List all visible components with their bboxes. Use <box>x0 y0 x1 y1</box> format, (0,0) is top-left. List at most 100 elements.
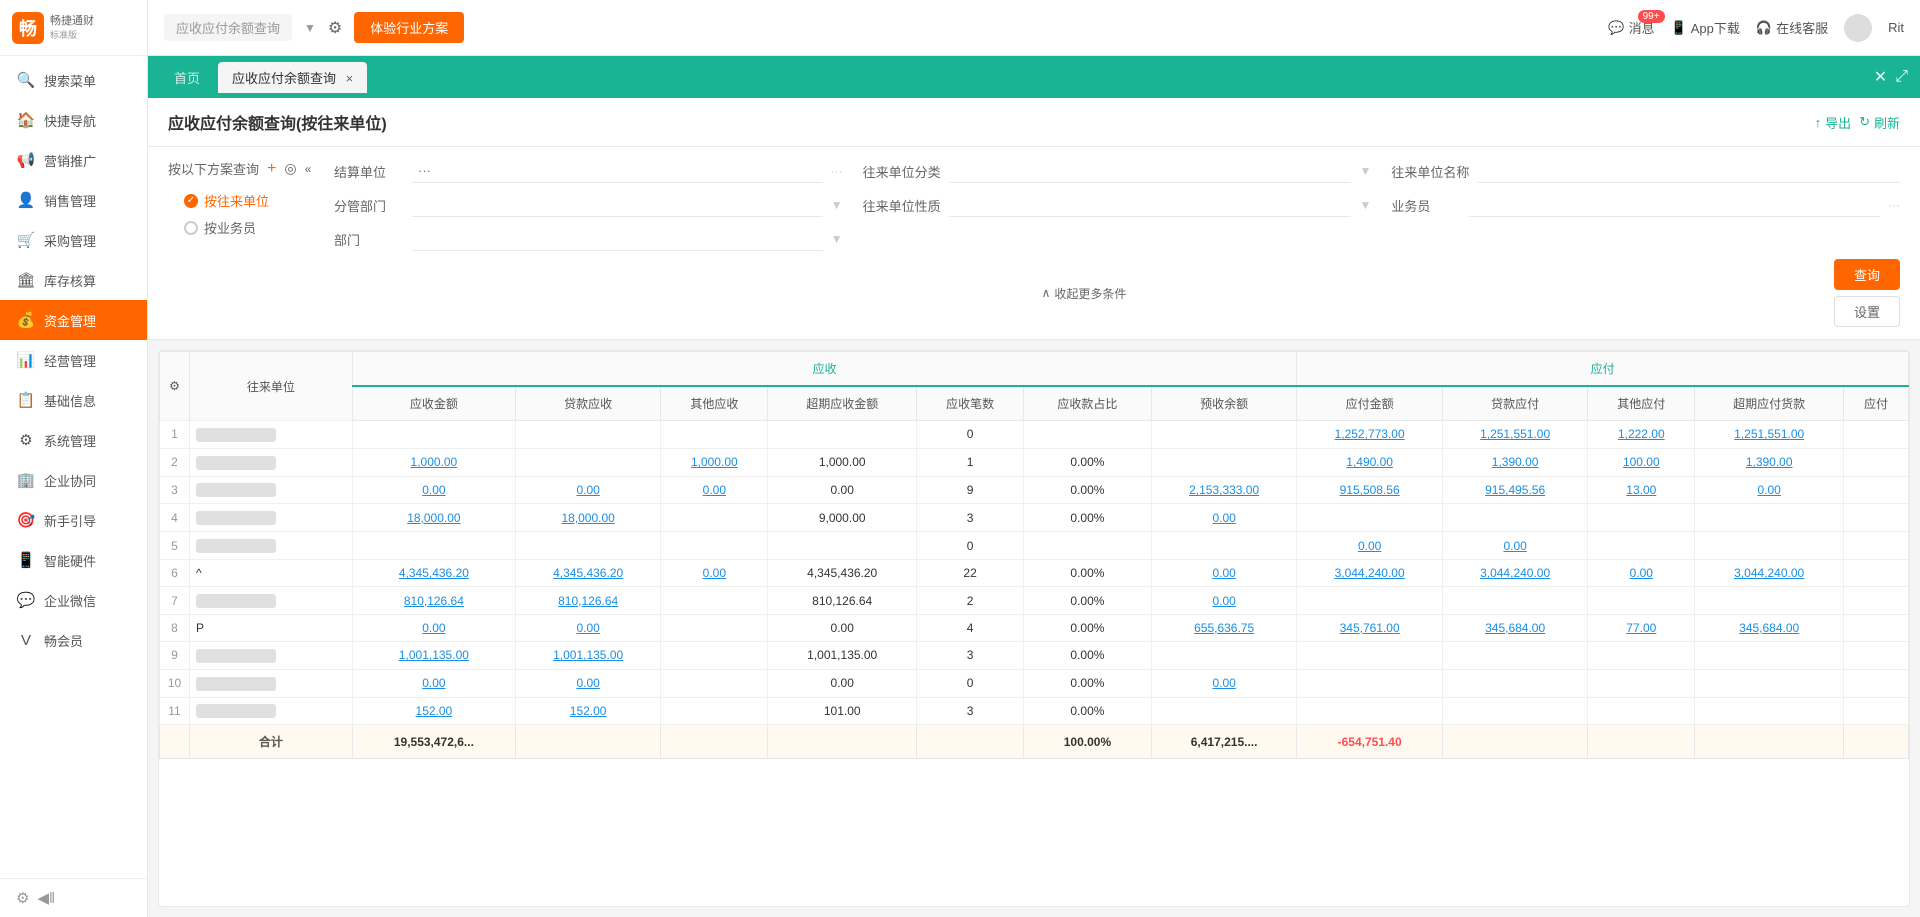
table-cell[interactable]: 0.00 <box>1151 504 1297 532</box>
table-cell[interactable]: 345,761.00 <box>1297 614 1443 641</box>
tab-expand-btn[interactable]: ⤢ <box>1895 67 1908 87</box>
sidebar-item-system[interactable]: ⚙ 系统管理 <box>0 420 147 460</box>
table-cell[interactable]: 3,044,240.00 <box>1695 560 1844 587</box>
table-cell[interactable]: 0.00 <box>352 669 515 697</box>
table-cell: 0.00% <box>1024 476 1152 504</box>
table-cell[interactable]: 1,252,773.00 <box>1297 421 1443 449</box>
table-cell[interactable]: 1,000.00 <box>352 448 515 476</box>
table-cell[interactable]: 0.00 <box>1151 587 1297 615</box>
query-button[interactable]: 查询 <box>1834 259 1900 290</box>
table-cell[interactable]: 0.00 <box>1151 669 1297 697</box>
tab-close-icon[interactable]: × <box>346 71 354 86</box>
service-btn[interactable]: 🎧 在线客服 <box>1756 18 1828 37</box>
sidebar-item-guide[interactable]: 🎯 新手引导 <box>0 500 147 540</box>
table-cell[interactable]: 152.00 <box>515 697 661 725</box>
filter-select-unit-nature[interactable] <box>949 193 1352 217</box>
dropdown-arrow-icon[interactable]: ▼ <box>304 21 316 35</box>
table-cell[interactable]: 0.00 <box>1442 532 1588 560</box>
table-cell[interactable]: 0.00 <box>352 614 515 641</box>
table-cell[interactable]: 77.00 <box>1588 614 1695 641</box>
messages-btn[interactable]: 💬 消息 99+ <box>1608 18 1654 37</box>
table-cell[interactable]: 1,000.00 <box>661 448 768 476</box>
collapse-more-btn[interactable]: ∧ 收起更多条件 <box>1042 285 1127 302</box>
table-cell[interactable]: 345,684.00 <box>1442 614 1588 641</box>
filter-add-btn[interactable]: + <box>267 160 276 178</box>
footer-collapse-btn[interactable]: ◀‖ <box>37 889 55 907</box>
table-cell[interactable]: 1,251,551.00 <box>1695 421 1844 449</box>
col-settings[interactable]: ⚙ <box>160 352 190 421</box>
table-cell[interactable]: 810,126.64 <box>515 587 661 615</box>
table-cell[interactable]: 0.00 <box>515 614 661 641</box>
export-btn[interactable]: ↑ 导出 <box>1815 113 1852 132</box>
sidebar-item-sales[interactable]: 👤 销售管理 <box>0 180 147 220</box>
tab-close-window-btn[interactable]: ✕ <box>1874 67 1887 87</box>
table-cell[interactable]: 18,000.00 <box>515 504 661 532</box>
table-cell[interactable]: 345,684.00 <box>1695 614 1844 641</box>
sidebar-item-hardware[interactable]: 📱 智能硬件 <box>0 540 147 580</box>
table-cell[interactable]: 810,126.64 <box>352 587 515 615</box>
table-cell[interactable]: 4,345,436.20 <box>515 560 661 587</box>
table-cell[interactable]: 0.00 <box>352 476 515 504</box>
table-row: 8P0.000.000.0040.00%655,636.75345,761.00… <box>160 614 1909 641</box>
table-cell[interactable]: 1,001,135.00 <box>352 641 515 669</box>
table-cell[interactable]: 4,345,436.20 <box>352 560 515 587</box>
table-cell[interactable]: 2,153,333.00 <box>1151 476 1297 504</box>
sidebar-item-marketing[interactable]: 📢 营销推广 <box>0 140 147 180</box>
table-cell[interactable]: 0.00 <box>1695 476 1844 504</box>
table-cell[interactable]: 655,636.75 <box>1151 614 1297 641</box>
sidebar-item-basic[interactable]: 📋 基础信息 <box>0 380 147 420</box>
table-settings-icon[interactable]: ⚙ <box>169 379 180 393</box>
table-cell[interactable]: 3,044,240.00 <box>1442 560 1588 587</box>
filter-setting-icon[interactable]: ◎ <box>284 160 296 177</box>
table-cell[interactable]: 3,044,240.00 <box>1297 560 1443 587</box>
table-cell[interactable]: 1,251,551.00 <box>1442 421 1588 449</box>
sidebar-item-shortcut[interactable]: 🏠 快捷导航 <box>0 100 147 140</box>
filter-input-unit-name[interactable] <box>1477 159 1900 183</box>
table-cell[interactable]: 0.00 <box>661 476 768 504</box>
table-cell[interactable]: 0.00 <box>1588 560 1695 587</box>
filter-input-salesperson[interactable] <box>1469 193 1880 217</box>
table-cell[interactable]: 152.00 <box>352 697 515 725</box>
sidebar-item-purchase[interactable]: 🛒 采购管理 <box>0 220 147 260</box>
sidebar-item-finance[interactable]: 💰 资金管理 <box>0 300 147 340</box>
footer-settings-btn[interactable]: ⚙ <box>16 889 29 907</box>
sidebar-item-inventory[interactable]: 🏛 库存核算 <box>0 260 147 300</box>
table-cell[interactable]: 100.00 <box>1588 448 1695 476</box>
table-cell[interactable]: 0.00 <box>515 476 661 504</box>
user-avatar[interactable] <box>1844 14 1872 42</box>
filter-input-settlement[interactable] <box>412 159 823 183</box>
app-label: App下载 <box>1691 18 1740 37</box>
sidebar-item-management[interactable]: 📊 经营管理 <box>0 340 147 380</box>
sidebar-item-search[interactable]: 🔍 搜索菜单 <box>0 60 147 100</box>
table-cell[interactable]: 1,001,135.00 <box>515 641 661 669</box>
filter-label-settlement: 结算单位 <box>334 162 404 181</box>
filter-collapse-icon[interactable]: « <box>305 162 312 176</box>
refresh-btn[interactable]: ↻ 刷新 <box>1859 113 1900 132</box>
table-cell[interactable]: 0.00 <box>1151 560 1297 587</box>
cta-button[interactable]: 体验行业方案 <box>354 12 464 43</box>
filter-select-unit-category[interactable] <box>949 159 1352 183</box>
table-cell[interactable]: 0.00 <box>1297 532 1443 560</box>
table-cell[interactable]: 915,508.56 <box>1297 476 1443 504</box>
filter-select-dept-manage[interactable] <box>412 193 823 217</box>
table-cell[interactable]: 1,390.00 <box>1695 448 1844 476</box>
topbar-settings-icon[interactable]: ⚙ <box>328 18 342 38</box>
filter-settings-button[interactable]: 设置 <box>1834 296 1900 327</box>
tab-home[interactable]: 首页 <box>160 62 214 93</box>
table-cell[interactable]: 915,495.56 <box>1442 476 1588 504</box>
filter-select-dept[interactable] <box>412 227 823 251</box>
filter-option-by-unit[interactable]: ✓ 按往来单位 <box>176 188 318 213</box>
filter-option-by-staff[interactable]: 按业务员 <box>176 215 318 240</box>
table-cell[interactable]: 1,490.00 <box>1297 448 1443 476</box>
table-cell[interactable]: 1,222.00 <box>1588 421 1695 449</box>
table-cell[interactable]: 18,000.00 <box>352 504 515 532</box>
sidebar-item-corp[interactable]: 🏢 企业协同 <box>0 460 147 500</box>
tab-receivable-query[interactable]: 应收应付余额查询 × <box>218 62 367 93</box>
sidebar-item-member[interactable]: V 畅会员 <box>0 620 147 660</box>
table-cell[interactable]: 13.00 <box>1588 476 1695 504</box>
app-download-btn[interactable]: 📱 App下载 <box>1671 18 1740 37</box>
sidebar-item-wechat[interactable]: 💬 企业微信 <box>0 580 147 620</box>
table-cell[interactable]: 0.00 <box>515 669 661 697</box>
table-cell[interactable]: 0.00 <box>661 560 768 587</box>
table-cell[interactable]: 1,390.00 <box>1442 448 1588 476</box>
